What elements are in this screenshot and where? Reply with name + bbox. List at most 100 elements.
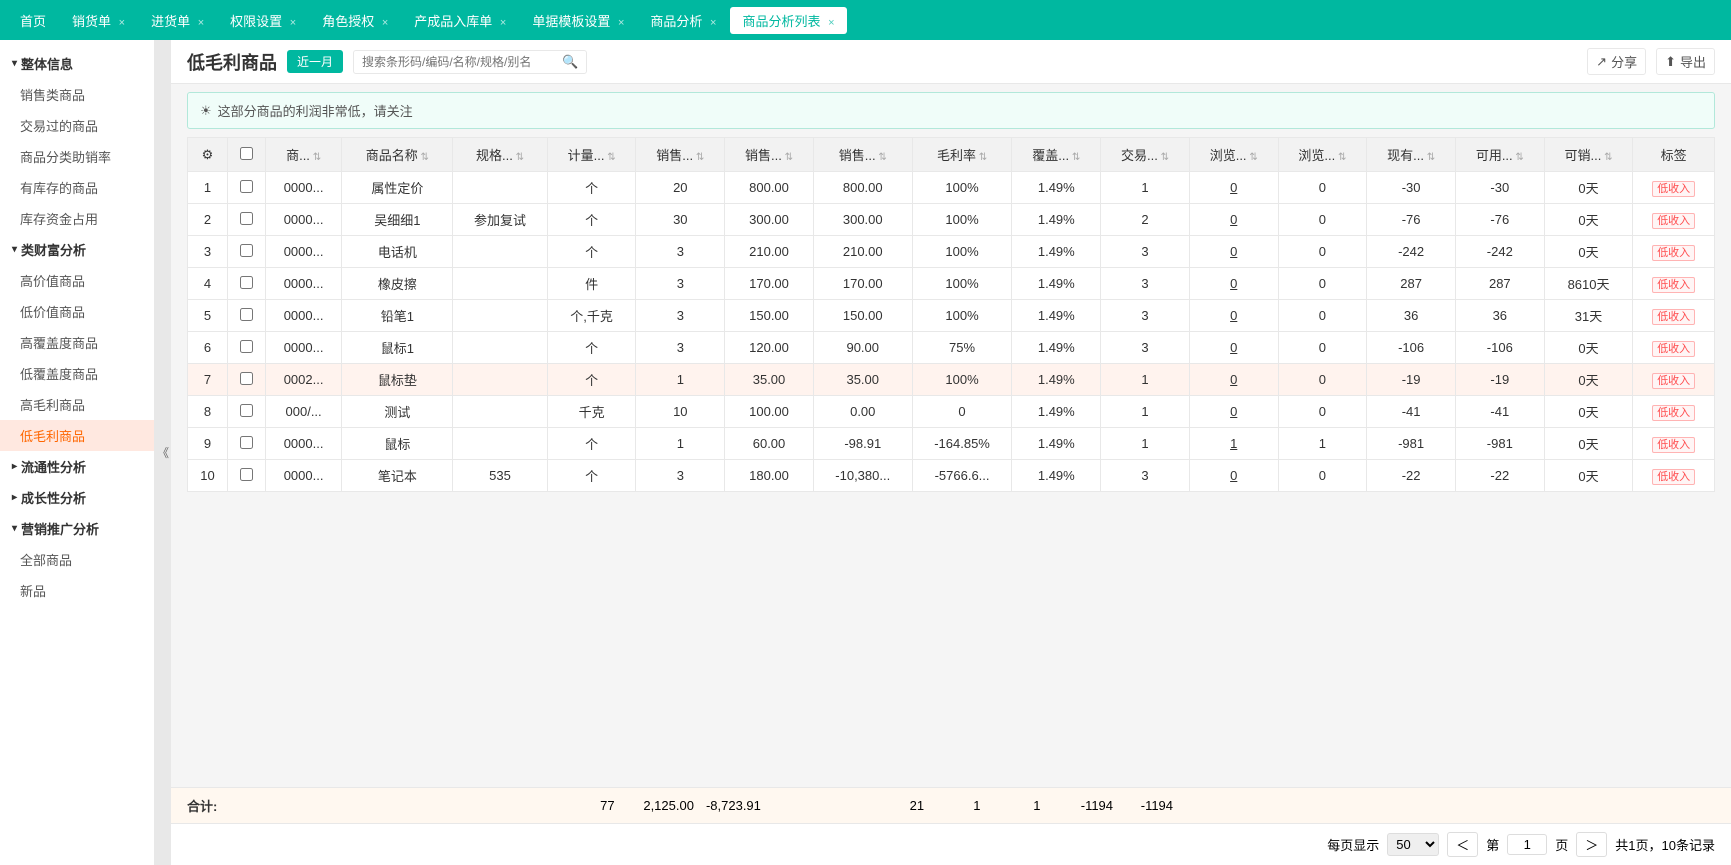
nav-close-icon5[interactable]: ×	[500, 17, 506, 29]
nav-product-entry[interactable]: 产成品入库单 ×	[402, 7, 518, 34]
prev-page-button[interactable]: ＜	[1447, 832, 1478, 857]
col-settings[interactable]: ⚙	[188, 138, 228, 172]
row-checkbox[interactable]	[240, 212, 253, 225]
sidebar-item-stocked-products[interactable]: 有库存的商品	[0, 172, 154, 203]
nav-close-icon[interactable]: ×	[119, 17, 125, 29]
row-checkbox-cell[interactable]	[227, 396, 265, 428]
search-input[interactable]	[362, 55, 562, 69]
per-page-select[interactable]: 50 100 200	[1387, 833, 1439, 856]
nav-close-icon3[interactable]: ×	[290, 17, 296, 29]
sidebar-item-high-value[interactable]: 高价值商品	[0, 265, 154, 296]
col-code[interactable]: 商...	[265, 138, 342, 172]
nav-permission-settings[interactable]: 权限设置 ×	[218, 7, 308, 34]
row-checkbox[interactable]	[240, 276, 253, 289]
row-browse1[interactable]: 1	[1189, 428, 1278, 460]
row-checkbox-cell[interactable]	[227, 204, 265, 236]
next-page-button[interactable]: ＞	[1576, 832, 1607, 857]
row-browse1[interactable]: 0	[1189, 396, 1278, 428]
sidebar-group-wealth[interactable]: ▾ 类财富分析	[0, 234, 154, 265]
row-checkbox[interactable]	[240, 180, 253, 193]
table-row[interactable]: 9 0000... 鼠标 个 1 60.00 -98.91 -164.85% 1…	[188, 428, 1715, 460]
sidebar-group-growth[interactable]: ▸ 成长性分析	[0, 482, 154, 513]
row-checkbox-cell[interactable]	[227, 172, 265, 204]
row-checkbox-cell[interactable]	[227, 268, 265, 300]
col-spec[interactable]: 规格...	[453, 138, 548, 172]
col-unit[interactable]: 计量...	[547, 138, 636, 172]
row-browse1[interactable]: 0	[1189, 460, 1278, 492]
nav-home[interactable]: 首页	[8, 7, 58, 34]
row-checkbox-cell[interactable]	[227, 460, 265, 492]
col-name[interactable]: 商品名称	[342, 138, 453, 172]
sidebar-item-category-rate[interactable]: 商品分类助销率	[0, 141, 154, 172]
sidebar-group-overall[interactable]: ▾ 整体信息	[0, 48, 154, 79]
sidebar-item-low-coverage[interactable]: 低覆盖度商品	[0, 358, 154, 389]
col-browse1[interactable]: 浏览...	[1189, 138, 1278, 172]
nav-close-icon4[interactable]: ×	[382, 17, 388, 29]
nav-close-icon8[interactable]: ×	[828, 17, 834, 29]
sidebar-item-all-products[interactable]: 全部商品	[0, 544, 154, 575]
nav-sales-order[interactable]: 销货单 ×	[60, 7, 137, 34]
nav-close-icon2[interactable]: ×	[198, 17, 204, 29]
table-row[interactable]: 10 0000... 笔记本 535 个 3 180.00 -10,380...…	[188, 460, 1715, 492]
row-browse1[interactable]: 0	[1189, 364, 1278, 396]
nav-close-icon7[interactable]: ×	[710, 17, 716, 29]
table-row[interactable]: 5 0000... 铅笔1 个,千克 3 150.00 150.00 100% …	[188, 300, 1715, 332]
nav-close-icon6[interactable]: ×	[618, 17, 624, 29]
row-checkbox[interactable]	[240, 244, 253, 257]
sidebar-group-circulation[interactable]: ▸ 流通性分析	[0, 451, 154, 482]
table-row[interactable]: 4 0000... 橡皮擦 件 3 170.00 170.00 100% 1.4…	[188, 268, 1715, 300]
sidebar-item-high-coverage[interactable]: 高覆盖度商品	[0, 327, 154, 358]
table-row[interactable]: 1 0000... 属性定价 个 20 800.00 800.00 100% 1…	[188, 172, 1715, 204]
row-checkbox[interactable]	[240, 372, 253, 385]
row-browse1[interactable]: 0	[1189, 332, 1278, 364]
nav-template-settings[interactable]: 单据模板设置 ×	[520, 7, 636, 34]
sidebar-item-new-products[interactable]: 新品	[0, 575, 154, 606]
row-browse1[interactable]: 0	[1189, 300, 1278, 332]
table-row[interactable]: 6 0000... 鼠标1 个 3 120.00 90.00 75% 1.49%…	[188, 332, 1715, 364]
sidebar-item-sales-products[interactable]: 销售类商品	[0, 79, 154, 110]
row-checkbox-cell[interactable]	[227, 300, 265, 332]
row-checkbox[interactable]	[240, 404, 253, 417]
table-row[interactable]: 8 000/... 测试 千克 10 100.00 0.00 0 1.49% 1…	[188, 396, 1715, 428]
col-trade-count[interactable]: 交易...	[1101, 138, 1190, 172]
col-available-stock[interactable]: 可用...	[1455, 138, 1544, 172]
sidebar-group-marketing[interactable]: ▾ 营销推广分析	[0, 513, 154, 544]
row-browse1[interactable]: 0	[1189, 172, 1278, 204]
col-sales-qty[interactable]: 销售...	[636, 138, 725, 172]
row-checkbox-cell[interactable]	[227, 428, 265, 460]
page-number-input[interactable]	[1507, 834, 1547, 855]
col-checkbox[interactable]	[227, 138, 265, 172]
sidebar-collapse-button[interactable]: 《	[155, 40, 171, 865]
row-checkbox-cell[interactable]	[227, 236, 265, 268]
share-button[interactable]: ↗ 分享	[1587, 48, 1646, 75]
col-browse2[interactable]: 浏览...	[1278, 138, 1367, 172]
row-browse1[interactable]: 0	[1189, 236, 1278, 268]
sidebar-item-high-margin[interactable]: 高毛利商品	[0, 389, 154, 420]
row-checkbox[interactable]	[240, 308, 253, 321]
col-current-stock[interactable]: 现有...	[1367, 138, 1456, 172]
nav-product-analysis-list[interactable]: 商品分析列表 ×	[730, 7, 846, 34]
row-browse1[interactable]: 0	[1189, 268, 1278, 300]
row-browse1[interactable]: 0	[1189, 204, 1278, 236]
row-checkbox[interactable]	[240, 436, 253, 449]
export-button[interactable]: ⬆ 导出	[1656, 48, 1715, 75]
sidebar-item-low-margin[interactable]: 低毛利商品	[0, 420, 154, 451]
table-row[interactable]: 7 0002... 鼠标垫 个 1 35.00 35.00 100% 1.49%…	[188, 364, 1715, 396]
table-container[interactable]: ⚙ 商... 商品名称 规格... 计量... 销售... 销售... 销售..…	[171, 137, 1731, 787]
filter-button[interactable]: 近一月	[287, 50, 343, 73]
table-row[interactable]: 2 0000... 吴细细1 参加复试 个 30 300.00 300.00 1…	[188, 204, 1715, 236]
sidebar-item-stock-capital[interactable]: 库存资金占用	[0, 203, 154, 234]
nav-role-auth[interactable]: 角色授权 ×	[310, 7, 400, 34]
table-row[interactable]: 3 0000... 电话机 个 3 210.00 210.00 100% 1.4…	[188, 236, 1715, 268]
col-sales-amt[interactable]: 销售...	[725, 138, 814, 172]
col-gross-margin[interactable]: 毛利率	[912, 138, 1012, 172]
sidebar-item-traded-products[interactable]: 交易过的商品	[0, 110, 154, 141]
row-checkbox-cell[interactable]	[227, 364, 265, 396]
nav-product-analysis[interactable]: 商品分析 ×	[638, 7, 728, 34]
nav-purchase-order[interactable]: 进货单 ×	[139, 7, 216, 34]
col-sales-profit[interactable]: 销售...	[813, 138, 912, 172]
col-coverage[interactable]: 覆盖...	[1012, 138, 1101, 172]
row-checkbox-cell[interactable]	[227, 332, 265, 364]
row-checkbox[interactable]	[240, 340, 253, 353]
sidebar-item-low-value[interactable]: 低价值商品	[0, 296, 154, 327]
